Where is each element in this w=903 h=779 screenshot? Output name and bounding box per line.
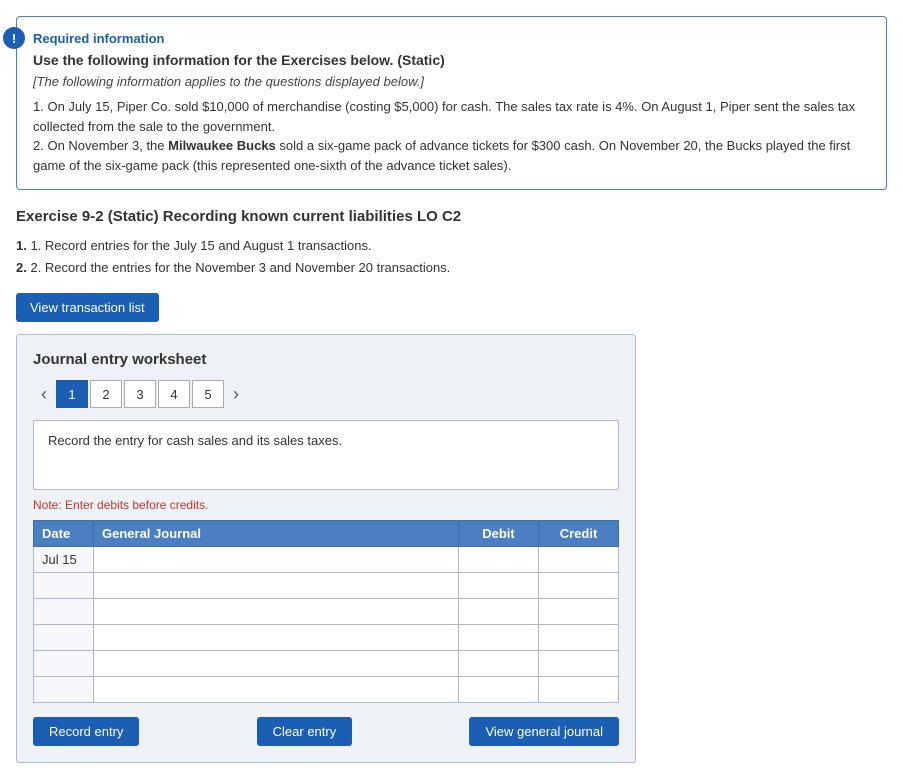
debit-input-2[interactable] (459, 573, 538, 598)
journal-input-3[interactable] (94, 599, 458, 624)
bottom-buttons: Record entry Clear entry View general jo… (33, 717, 619, 746)
table-row (34, 573, 619, 599)
static-title: Use the following information for the Ex… (33, 52, 870, 68)
table-row (34, 651, 619, 677)
journal-input-6[interactable] (94, 677, 458, 702)
debit-cell-5[interactable] (459, 651, 539, 677)
credit-cell-5[interactable] (539, 651, 619, 677)
page-1[interactable]: 1 (56, 380, 88, 408)
debit-cell-6[interactable] (459, 677, 539, 703)
journal-table: Date General Journal Debit Credit Jul 15 (33, 520, 619, 703)
info-point-2: 2. On November 3, the Milwaukee Bucks so… (33, 136, 870, 175)
journal-cell-1[interactable] (94, 547, 459, 573)
date-cell-5 (34, 651, 94, 677)
page-5[interactable]: 5 (192, 380, 224, 408)
info-icon: ! (3, 27, 25, 49)
journal-cell-4[interactable] (94, 625, 459, 651)
col-header-date: Date (34, 521, 94, 547)
pagination: ‹ 1 2 3 4 5 › (33, 380, 619, 408)
debit-input-1[interactable] (459, 547, 538, 572)
info-point-2-prefix: 2. On November 3, the Milwaukee Bucks so… (33, 138, 850, 173)
worksheet-title: Journal entry worksheet (33, 351, 619, 368)
journal-input-2[interactable] (94, 573, 458, 598)
col-header-debit: Debit (459, 521, 539, 547)
table-row (34, 599, 619, 625)
debit-cell-3[interactable] (459, 599, 539, 625)
credit-input-3[interactable] (539, 599, 618, 624)
table-row (34, 625, 619, 651)
col-header-credit: Credit (539, 521, 619, 547)
credit-input-5[interactable] (539, 651, 618, 676)
journal-cell-6[interactable] (94, 677, 459, 703)
view-general-journal-button[interactable]: View general journal (469, 717, 619, 746)
date-cell-3 (34, 599, 94, 625)
page-2[interactable]: 2 (90, 380, 122, 408)
note-text: Note: Enter debits before credits. (33, 498, 619, 512)
debit-input-5[interactable] (459, 651, 538, 676)
credit-cell-1[interactable] (539, 547, 619, 573)
credit-cell-6[interactable] (539, 677, 619, 703)
credit-input-1[interactable] (539, 547, 618, 572)
journal-input-1[interactable] (94, 547, 458, 572)
debit-cell-1[interactable] (459, 547, 539, 573)
table-row (34, 677, 619, 703)
exercise-instruction-1: 1. 1. Record entries for the July 15 and… (16, 235, 887, 257)
worksheet-container: Journal entry worksheet ‹ 1 2 3 4 5 › Re… (16, 334, 636, 763)
debit-input-4[interactable] (459, 625, 538, 650)
view-transaction-button[interactable]: View transaction list (16, 293, 159, 322)
record-entry-button[interactable]: Record entry (33, 717, 139, 746)
info-box: ! Required information Use the following… (16, 16, 887, 190)
col-header-general-journal: General Journal (94, 521, 459, 547)
journal-cell-2[interactable] (94, 573, 459, 599)
debit-cell-4[interactable] (459, 625, 539, 651)
credit-cell-4[interactable] (539, 625, 619, 651)
date-cell-2 (34, 573, 94, 599)
journal-input-4[interactable] (94, 625, 458, 650)
credit-input-6[interactable] (539, 677, 618, 702)
credit-cell-2[interactable] (539, 573, 619, 599)
applies-text: [The following information applies to th… (33, 74, 870, 89)
exercise-title: Exercise 9-2 (Static) Recording known cu… (16, 208, 887, 225)
instruction-text: Record the entry for cash sales and its … (48, 433, 342, 448)
debit-input-6[interactable] (459, 677, 538, 702)
credit-input-2[interactable] (539, 573, 618, 598)
exercise-instruction-2: 2. 2. Record the entries for the Novembe… (16, 257, 887, 279)
required-label: Required information (33, 31, 870, 46)
prev-page-button[interactable]: ‹ (33, 382, 55, 407)
instruction-box: Record the entry for cash sales and its … (33, 420, 619, 490)
journal-cell-3[interactable] (94, 599, 459, 625)
date-cell-1: Jul 15 (34, 547, 94, 573)
page-3[interactable]: 3 (124, 380, 156, 408)
info-point-1: 1. On July 15, Piper Co. sold $10,000 of… (33, 97, 870, 136)
date-cell-6 (34, 677, 94, 703)
debit-input-3[interactable] (459, 599, 538, 624)
exercise-instructions: 1. 1. Record entries for the July 15 and… (16, 235, 887, 279)
credit-cell-3[interactable] (539, 599, 619, 625)
debit-cell-2[interactable] (459, 573, 539, 599)
clear-entry-button[interactable]: Clear entry (257, 717, 353, 746)
journal-input-5[interactable] (94, 651, 458, 676)
table-row: Jul 15 (34, 547, 619, 573)
next-page-button[interactable]: › (225, 382, 247, 407)
credit-input-4[interactable] (539, 625, 618, 650)
date-cell-4 (34, 625, 94, 651)
journal-cell-5[interactable] (94, 651, 459, 677)
page-4[interactable]: 4 (158, 380, 190, 408)
info-content: 1. On July 15, Piper Co. sold $10,000 of… (33, 97, 870, 175)
